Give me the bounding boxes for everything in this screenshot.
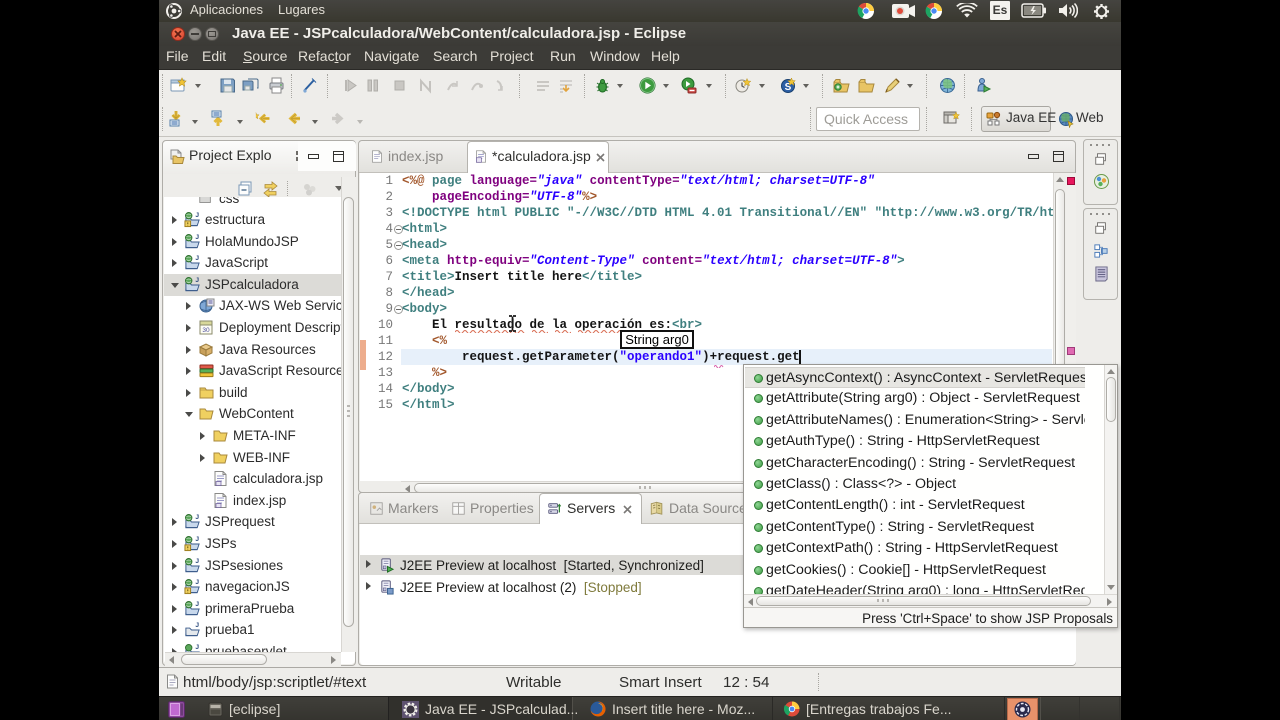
svg-text:J: J bbox=[195, 623, 199, 630]
svg-text:J: J bbox=[195, 558, 199, 565]
svg-text:J: J bbox=[195, 277, 199, 284]
svg-text:J: J bbox=[195, 212, 199, 219]
svg-text:J: J bbox=[195, 644, 199, 651]
svg-text:J: J bbox=[195, 601, 199, 608]
svg-text:30: 30 bbox=[202, 327, 210, 334]
svg-text:J: J bbox=[195, 255, 199, 262]
svg-text:J: J bbox=[195, 579, 199, 586]
svg-text:J: J bbox=[195, 515, 199, 522]
svg-text:J: J bbox=[195, 234, 199, 241]
svg-text:J: J bbox=[195, 536, 199, 543]
